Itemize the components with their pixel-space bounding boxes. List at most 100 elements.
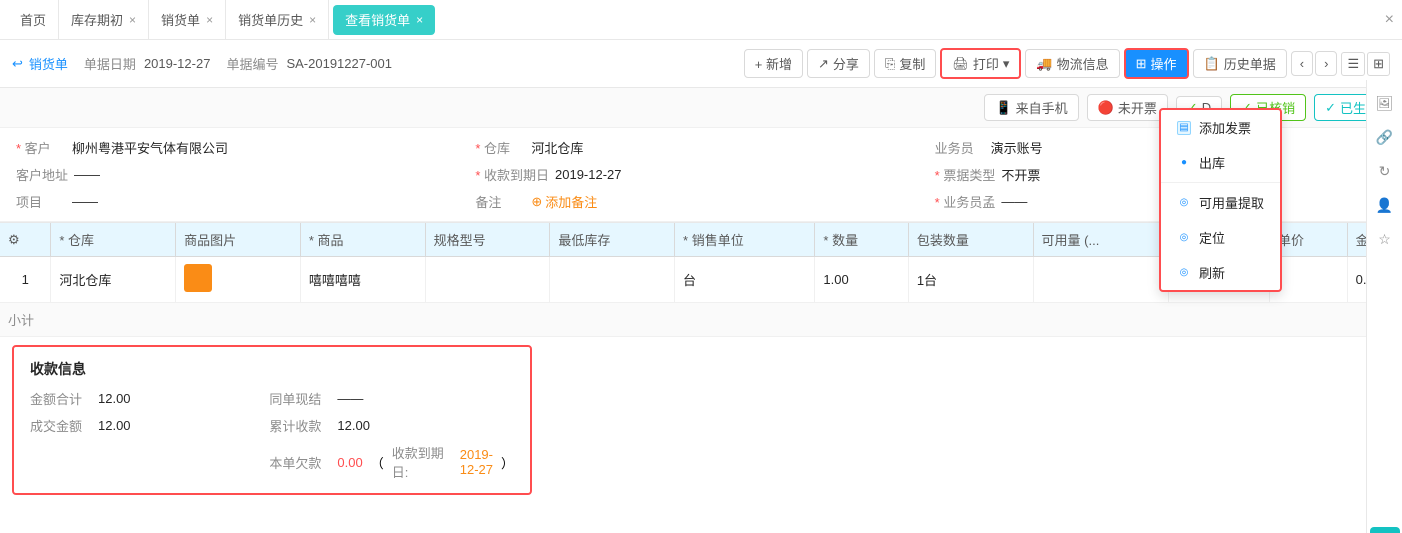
subtotal-row: 小计 <box>0 303 1402 337</box>
arrears-due-date: 2019-12-27 <box>460 447 493 477</box>
product-image <box>184 264 212 292</box>
tab-inventory-label: 库存期初 <box>71 10 123 29</box>
tab-view-sales-label: 查看销货单 <box>345 10 410 29</box>
tab-view-sales[interactable]: 查看销货单 × <box>333 5 435 35</box>
tab-sales-history-label: 销货单历史 <box>238 10 303 29</box>
row-product-img <box>176 257 301 303</box>
col-settings[interactable]: ⚙ <box>0 223 51 257</box>
user-circle-icon[interactable]: 👤 <box>1370 190 1400 220</box>
total-amount-item: 金额合计 12.00 <box>30 389 237 408</box>
arrears-value: 0.00 <box>337 455 362 470</box>
dropdown-separator <box>1161 182 1280 183</box>
tab-sales-history-close[interactable]: × <box>309 13 316 27</box>
tab-sales-order-close[interactable]: × <box>206 13 213 27</box>
from-mobile-button[interactable]: 📱 来自手机 <box>984 94 1078 121</box>
available-qty-item[interactable]: ◎ 可用量提取 <box>1161 185 1280 220</box>
logistics-icon: 🚚 <box>1036 56 1052 72</box>
customer-label: 客户 <box>16 138 66 157</box>
cumulative-label: 累计收款 <box>269 416 329 435</box>
add-remark-button[interactable]: ⊕ 添加备注 <box>531 192 597 211</box>
locate-item[interactable]: ◎ 定位 <box>1161 220 1280 255</box>
toolbar: + 新增 ↗ 分享 ⎘ 复制 🖨 打印 ▾ 🚚 物流信息 ⊞ 操作 <box>744 48 1390 79</box>
outbound-item[interactable]: ● 出库 <box>1161 145 1280 180</box>
share-button[interactable]: ↗ 分享 <box>807 49 870 78</box>
col-warehouse: * 仓库 <box>51 223 176 257</box>
add-remark-label: 添加备注 <box>545 192 597 211</box>
row-num: 1 <box>0 257 51 303</box>
number-label: 单据编号 <box>226 54 278 73</box>
add-invoice-item[interactable]: ▤ 添加发票 <box>1161 110 1280 145</box>
current-arrears-item: 本单欠款 0.00 （ 收款到期日: 2019-12-27 ） <box>269 443 514 481</box>
row-pack-qty: 1台 <box>908 257 1033 303</box>
expand-icon[interactable]: ⤢ <box>1370 527 1400 533</box>
window-close-button[interactable]: × <box>1385 11 1394 29</box>
tab-bar: 首页 库存期初 × 销货单 × 销货单历史 × 查看销货单 × × <box>0 0 1402 40</box>
star-icon[interactable]: ☆ <box>1370 224 1400 254</box>
doc-date-group: 单据日期 2019-12-27 <box>84 54 211 73</box>
logistics-button[interactable]: 🚚 物流信息 <box>1025 49 1119 78</box>
image-icon[interactable]: 🖼 <box>1370 88 1400 118</box>
warehouse-label: 仓库 <box>475 138 525 157</box>
doc-type-icon: ↩ <box>12 56 23 72</box>
project-label: 项目 <box>16 192 66 211</box>
nav-arrows: ‹ › <box>1291 51 1338 76</box>
tab-home[interactable]: 首页 <box>8 0 59 40</box>
staff-label: 业务员 <box>935 138 985 157</box>
tab-sales-history[interactable]: 销货单历史 × <box>226 0 329 40</box>
right-sidebar: 🖼 🔗 ↻ 👤 ☆ ⤢ <box>1366 80 1402 533</box>
share-icon: ↗ <box>818 56 829 72</box>
copy-button[interactable]: ⎘ 复制 <box>874 49 936 78</box>
address-field: 客户地址 —— <box>16 165 467 184</box>
copy-label: 复制 <box>899 54 925 73</box>
next-button[interactable]: › <box>1315 51 1337 76</box>
due-date-field: 收款到期日 2019-12-27 <box>475 165 926 184</box>
tab-inventory-close[interactable]: × <box>129 13 136 27</box>
col-min-stock: 最低库存 <box>550 223 675 257</box>
row-min-stock <box>550 257 675 303</box>
remark-field: 备注 ⊕ 添加备注 <box>475 192 926 211</box>
new-button[interactable]: + 新增 <box>744 49 803 78</box>
subtotal-label: 小计 <box>0 303 1402 337</box>
transaction-amount-item: 成交金额 12.00 <box>30 416 237 435</box>
list-view-icon[interactable]: ☰ <box>1341 52 1365 76</box>
ticket-icon: 🔴 <box>1098 100 1114 116</box>
same-order-value: —— <box>337 391 363 406</box>
logistics-label: 物流信息 <box>1057 54 1109 73</box>
refresh-item[interactable]: ◎ 刷新 <box>1161 255 1280 290</box>
tab-view-sales-close[interactable]: × <box>416 13 423 27</box>
not-open-button[interactable]: 🔴 未开票 <box>1087 94 1168 121</box>
locate-icon: ◎ <box>1177 231 1191 245</box>
main-content: 🖼 🔗 ↻ 👤 ☆ ⤢ ↩ 销货单 单据日期 2019-12-27 单据编号 S… <box>0 40 1402 533</box>
available-qty-label: 可用量提取 <box>1199 193 1264 212</box>
prev-button[interactable]: ‹ <box>1291 51 1313 76</box>
tab-inventory-init[interactable]: 库存期初 × <box>59 0 149 40</box>
add-invoice-icon: ▤ <box>1177 121 1191 135</box>
project-value: —— <box>72 194 467 209</box>
operation-label: 操作 <box>1151 54 1177 73</box>
print-icon: 🖨 <box>952 56 969 72</box>
add-invoice-label: 添加发票 <box>1199 118 1251 137</box>
copy-icon: ⎘ <box>885 56 895 72</box>
available-qty-icon: ◎ <box>1177 196 1191 210</box>
refresh-icon: ◎ <box>1177 266 1191 280</box>
effect-check-icon: ✓ <box>1325 100 1336 116</box>
col-product-img: 商品图片 <box>176 223 301 257</box>
operation-dropdown: ▤ 添加发票 ● 出库 ◎ 可用量提取 ◎ 定位 ◎ 刷新 <box>1159 108 1282 292</box>
outbound-label: 出库 <box>1199 153 1225 172</box>
rotate-icon[interactable]: ↻ <box>1370 156 1400 186</box>
history-button[interactable]: 📋 历史单据 <box>1193 49 1287 78</box>
print-button[interactable]: 🖨 打印 ▾ <box>940 48 1021 79</box>
link-icon[interactable]: 🔗 <box>1370 122 1400 152</box>
grid-view-icon[interactable]: ⊞ <box>1367 52 1390 76</box>
due-date-label: 收款到期日 <box>475 165 549 184</box>
arrears-label: 本单欠款 <box>269 453 329 472</box>
payment-title: 收款信息 <box>30 359 514 379</box>
col-product: * 商品 <box>300 223 425 257</box>
tab-sales-order[interactable]: 销货单 × <box>149 0 226 40</box>
staff2-label: 业务员孟 <box>935 192 996 211</box>
project-field: 项目 —— <box>16 192 467 211</box>
from-mobile-label: 来自手机 <box>1016 98 1068 117</box>
operation-button[interactable]: ⊞ 操作 <box>1124 48 1189 79</box>
transaction-amount-label: 成交金额 <box>30 416 90 435</box>
total-amount-label: 金额合计 <box>30 389 90 408</box>
